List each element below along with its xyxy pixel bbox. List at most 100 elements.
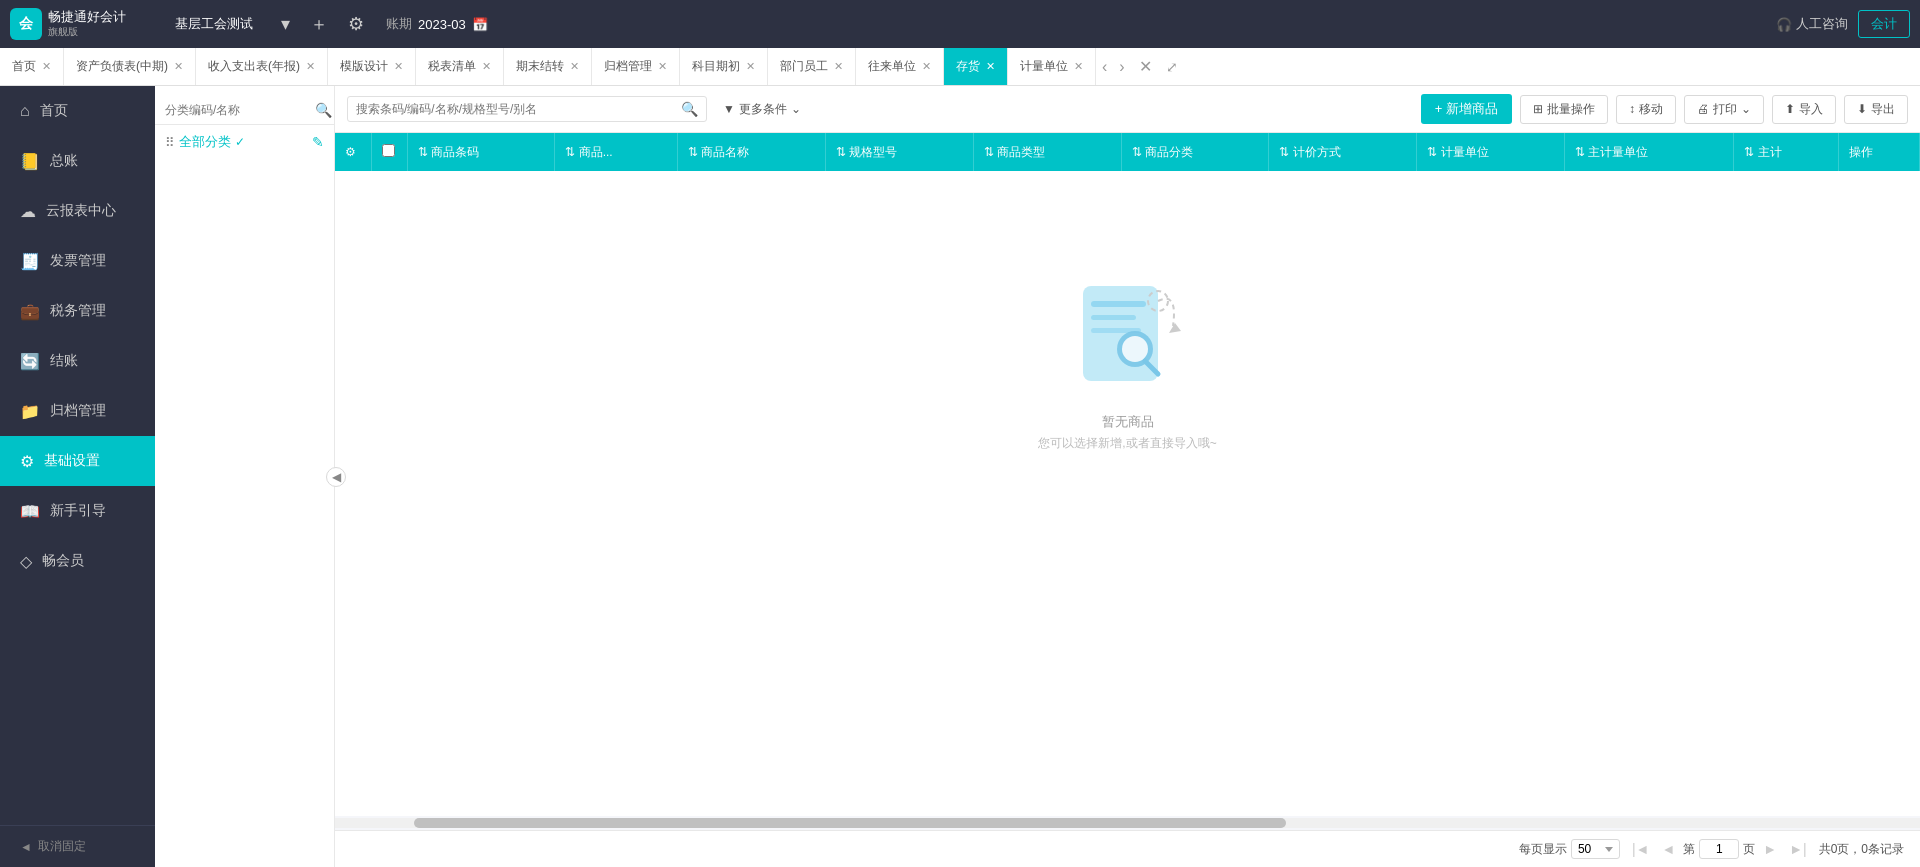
prev-page-btn[interactable]: ◄ [1657,839,1679,859]
filter-btn[interactable]: ▼ 更多条件 ⌄ [715,97,809,122]
tab-close-all-btn[interactable]: ✕ [1131,48,1160,85]
tab-customer[interactable]: 往来单位 ✕ [856,48,944,85]
tab-home-close[interactable]: ✕ [42,60,51,73]
tab-inventory-close[interactable]: ✕ [986,60,995,73]
empty-illustration [1063,271,1193,401]
tab-archive[interactable]: 归档管理 ✕ [592,48,680,85]
sidebar-item-cloud[interactable]: ☁ 云报表中心 [0,186,155,236]
th-setting[interactable]: ⚙ [335,133,371,171]
page-number-input[interactable] [1699,839,1739,859]
pin-icon: ◄ [20,840,32,854]
th-code[interactable]: ⇅ 商品... [555,133,678,171]
first-page-btn[interactable]: |◄ [1628,839,1654,859]
add-product-btn[interactable]: + 新增商品 [1421,94,1512,124]
select-all-checkbox[interactable] [382,144,395,157]
tab-unit-close[interactable]: ✕ [1074,60,1083,73]
next-page-btn[interactable]: ► [1759,839,1781,859]
sidebar-item-archive[interactable]: 📁 归档管理 [0,386,155,436]
dropdown-btn[interactable]: ▾ [275,11,296,37]
tab-template-close[interactable]: ✕ [394,60,403,73]
total-records: 共0页，0条记录 [1819,841,1904,858]
app-sub: 旗舰版 [48,25,126,39]
tab-prev-btn[interactable]: ‹ [1096,48,1113,85]
tree-all-category[interactable]: ⠿ 全部分类 ✓ ✎ [155,125,334,159]
tab-subject-init-close[interactable]: ✕ [746,60,755,73]
batch-btn[interactable]: ⊞ 批量操作 [1520,95,1608,124]
svg-point-5 [1122,336,1148,362]
sidebar-item-guide[interactable]: 📖 新手引导 [0,486,155,536]
th-price-method[interactable]: ⇅ 计价方式 [1269,133,1417,171]
sidebar-item-tax[interactable]: 💼 税务管理 [0,286,155,336]
tree-collapse-btn[interactable]: ◀ [326,467,346,487]
tab-bar: 首页 ✕ 资产负债表(中期) ✕ 收入支出表(年报) ✕ 模版设计 ✕ 税表清单… [0,48,1920,86]
tab-unit[interactable]: 计量单位 ✕ [1008,48,1096,85]
tab-income-close[interactable]: ✕ [306,60,315,73]
export-btn[interactable]: ⬇ 导出 [1844,95,1908,124]
settings-icon: ⚙ [20,452,34,471]
tree-dots-icon: ⠿ [165,135,175,150]
sidebar-item-invoice[interactable]: 🧾 发票管理 [0,236,155,286]
print-btn[interactable]: 🖨 打印 ⌄ [1684,95,1764,124]
last-page-btn[interactable]: ►| [1785,839,1811,859]
th-main-count[interactable]: ⇅ 主计 [1734,133,1839,171]
tree-check-icon: ✓ [235,135,245,149]
sidebar-item-settings[interactable]: ⚙ 基础设置 [0,436,155,486]
ledger-icon: 📒 [20,152,40,171]
th-spec[interactable]: ⇅ 规格型号 [825,133,973,171]
th-type[interactable]: ⇅ 商品类型 [973,133,1121,171]
sidebar-pin-btn[interactable]: ◄ 取消固定 [0,825,155,867]
tab-customer-close[interactable]: ✕ [922,60,931,73]
search-input[interactable] [356,102,675,116]
sidebar-item-close[interactable]: 🔄 结账 [0,336,155,386]
tab-inventory[interactable]: 存货 ✕ [944,48,1008,85]
consult-btn[interactable]: 🎧 人工咨询 [1776,15,1848,33]
tab-archive-close[interactable]: ✕ [658,60,667,73]
invoice-icon: 🧾 [20,252,40,271]
tab-home[interactable]: 首页 ✕ [0,48,64,85]
pagination-bar: 每页显示 50 100 200 |◄ ◄ 第 页 ► [335,830,1920,867]
calendar-icon[interactable]: 📅 [472,17,488,32]
tree-edit-icon[interactable]: ✎ [312,134,324,150]
tree-search-icon[interactable]: 🔍 [315,102,332,118]
add-tab-btn[interactable]: ＋ [304,10,334,38]
tab-balance[interactable]: 资产负债表(中期) ✕ [64,48,196,85]
print-icon: 🖨 [1697,102,1709,116]
logo-icon: 会 [10,8,42,40]
tax-icon: 💼 [20,302,40,321]
header-period: 账期 2023-03 📅 [386,15,488,33]
tree-search-input[interactable] [165,103,315,117]
th-unit[interactable]: ⇅ 计量单位 [1417,133,1565,171]
category-tree: 🔍 ⠿ 全部分类 ✓ ✎ ◀ [155,86,335,867]
tab-department-close[interactable]: ✕ [834,60,843,73]
th-name[interactable]: ⇅ 商品名称 [678,133,826,171]
tab-period-end-close[interactable]: ✕ [570,60,579,73]
th-action: 操作 [1839,133,1920,171]
search-icon[interactable]: 🔍 [681,101,698,117]
tab-next-btn[interactable]: › [1113,48,1130,85]
th-category[interactable]: ⇅ 商品分类 [1121,133,1269,171]
tab-period-end[interactable]: 期末结转 ✕ [504,48,592,85]
import-btn[interactable]: ⬆ 导入 [1772,95,1836,124]
tab-tax[interactable]: 税表清单 ✕ [416,48,504,85]
tab-template[interactable]: 模版设计 ✕ [328,48,416,85]
tab-tax-close[interactable]: ✕ [482,60,491,73]
th-barcode[interactable]: ⇅ 商品条码 [407,133,555,171]
sidebar-item-member[interactable]: ◇ 畅会员 [0,536,155,586]
tree-search-bar: 🔍 [155,96,334,125]
tab-subject-init[interactable]: 科目期初 ✕ [680,48,768,85]
move-btn[interactable]: ↕ 移动 [1616,95,1676,124]
tab-income[interactable]: 收入支出表(年报) ✕ [196,48,328,85]
tab-department[interactable]: 部门员工 ✕ [768,48,856,85]
th-main-unit[interactable]: ⇅ 主计量单位 [1565,133,1734,171]
horizontal-scrollbar[interactable] [335,818,1920,828]
account-btn[interactable]: 会计 [1858,10,1910,38]
page-size-dropdown[interactable]: 50 100 200 [1571,839,1620,859]
sidebar-item-home[interactable]: ⌂ 首页 [0,86,155,136]
settings-btn[interactable]: ⚙ [342,11,370,37]
sidebar-item-ledger[interactable]: 📒 总账 [0,136,155,186]
scroll-thumb[interactable] [414,818,1286,828]
th-checkbox[interactable] [371,133,407,171]
tab-expand-btn[interactable]: ⤢ [1160,48,1184,85]
tab-balance-close[interactable]: ✕ [174,60,183,73]
top-header: 会 畅捷通好会计 旗舰版 基层工会测试 ▾ ＋ ⚙ 账期 2023-03 📅 🎧… [0,0,1920,48]
